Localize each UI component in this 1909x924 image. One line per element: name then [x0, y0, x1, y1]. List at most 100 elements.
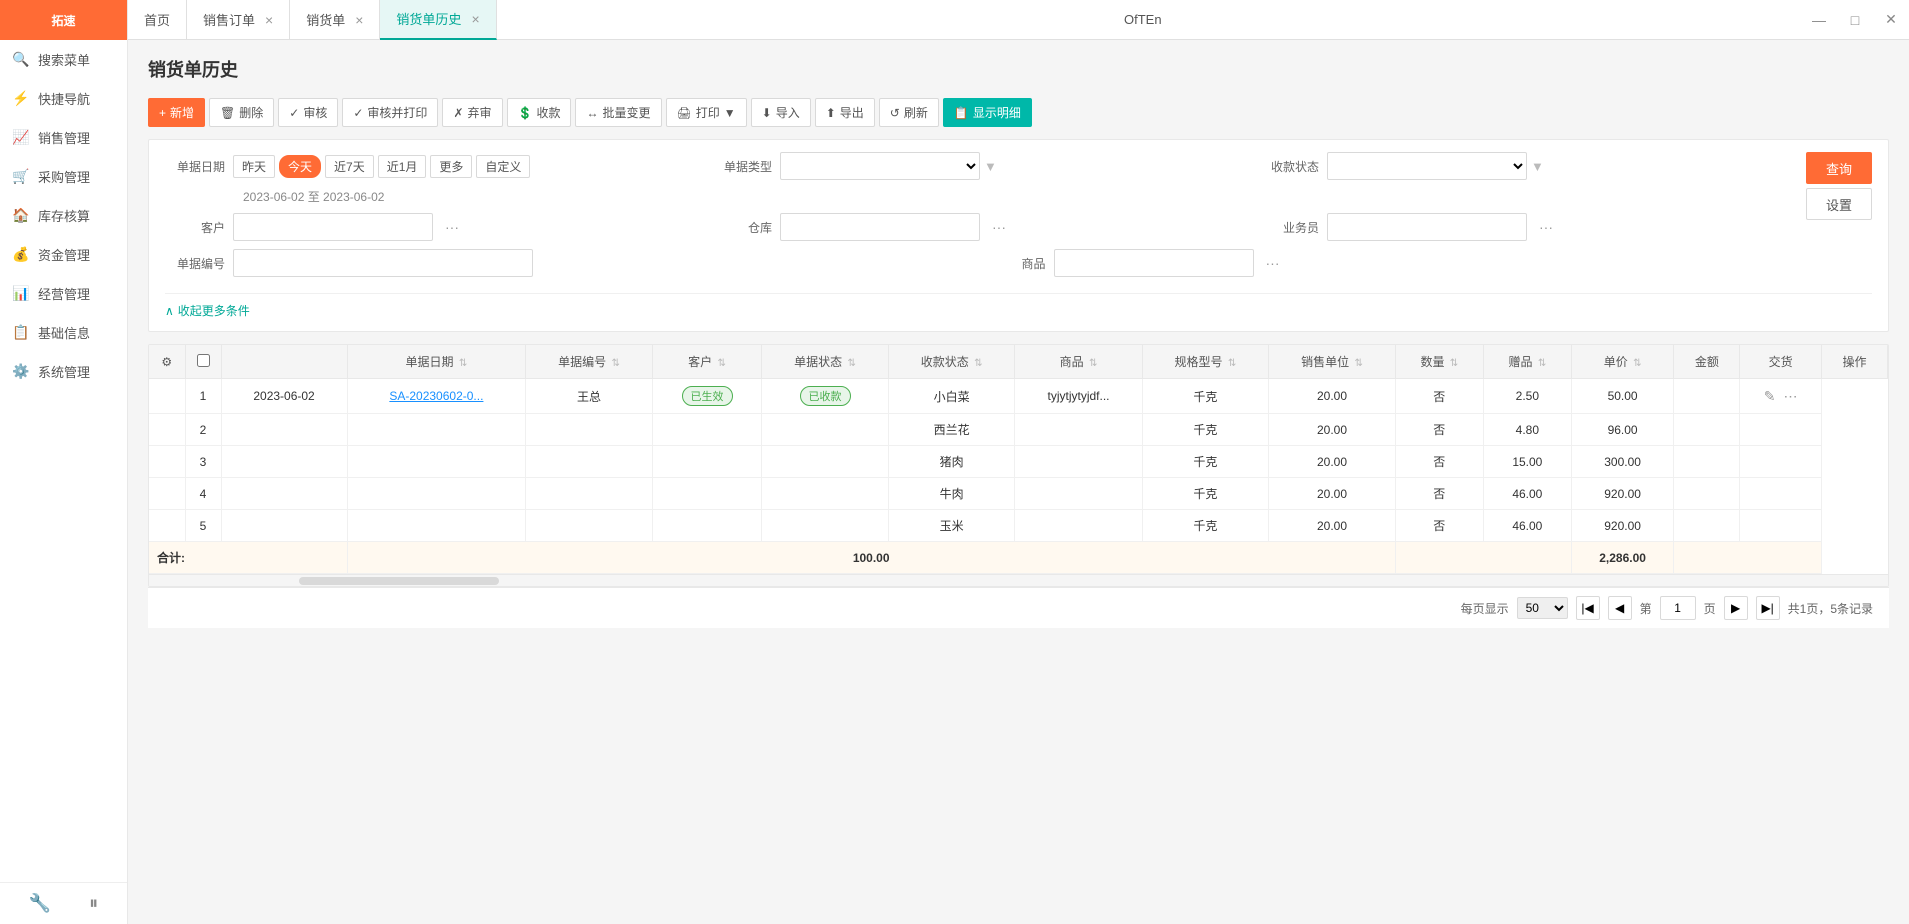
collapse-icon: ∧ [165, 304, 174, 318]
import-icon: ⬇ [762, 106, 772, 120]
th-quantity[interactable]: 数量 ⇅ [1395, 345, 1483, 379]
th-doc-no[interactable]: 单据编号 ⇅ [526, 345, 653, 379]
th-gift[interactable]: 赠品 ⇅ [1483, 345, 1571, 379]
sidebar-item-quick-nav[interactable]: ⚡ 快捷导航 [0, 79, 127, 118]
tab-sales-delivery[interactable]: 销货单 × [290, 0, 380, 40]
date-btn-1month[interactable]: 近1月 [378, 155, 427, 178]
th-spec-type[interactable]: 规格型号 ⇅ [1142, 345, 1269, 379]
date-btn-custom[interactable]: 自定义 [476, 155, 530, 178]
check-all[interactable] [197, 354, 210, 367]
cell-4 [347, 446, 526, 478]
doc-type-select[interactable] [780, 152, 980, 180]
warehouse-input[interactable] [780, 213, 980, 241]
row-settings [149, 478, 185, 510]
cell-3 [221, 446, 347, 478]
last-page-button[interactable]: ▶| [1756, 596, 1780, 620]
date-btn-7days[interactable]: 近7天 [325, 155, 374, 178]
th-doc-date[interactable]: 单据日期 ⇅ [347, 345, 526, 379]
sidebar-item-funds-mgmt[interactable]: 💰 资金管理 [0, 235, 127, 274]
th-sales-unit[interactable]: 销售单位 ⇅ [1269, 345, 1396, 379]
payment-status-badge: 已收款 [800, 386, 851, 406]
edit-icon[interactable]: ✎ [1764, 388, 1776, 405]
cell-7 [762, 478, 889, 510]
print-button[interactable]: 🖨 打印 ▼ [666, 98, 747, 127]
collect-button[interactable]: 💲 收款 [507, 98, 572, 127]
doc-no-link[interactable]: SA-20230602-0... [389, 389, 483, 403]
filter-settings-button[interactable]: 设置 [1806, 188, 1872, 220]
th-product[interactable]: 商品 ⇅ [1015, 345, 1142, 379]
cell-7 [762, 510, 889, 542]
sidebar-item-stock-calc[interactable]: 🏠 库存核算 [0, 196, 127, 235]
purchase-icon: 🛒 [12, 168, 30, 186]
th-amount[interactable]: 金额 [1674, 345, 1740, 379]
date-range-buttons: 昨天 今天 近7天 近1月 更多 自定义 [233, 155, 530, 178]
cell-15 [1674, 379, 1740, 414]
table-row: 2西兰花千克20.00否4.8096.00 [149, 414, 1888, 446]
date-btn-more[interactable]: 更多 [430, 155, 472, 178]
prev-page-button[interactable]: ◀ [1608, 596, 1632, 620]
page-label-prefix: 第 [1640, 600, 1652, 617]
batch-change-button[interactable]: ↔ 批量变更 [575, 98, 661, 127]
sidebar-item-basic-info[interactable]: 📋 基础信息 [0, 313, 127, 352]
th-unit-price[interactable]: 单价 ⇅ [1571, 345, 1673, 379]
more-icon[interactable]: ⋯ [1783, 388, 1797, 405]
next-page-button[interactable]: ▶ [1724, 596, 1748, 620]
first-page-button[interactable]: |◀ [1576, 596, 1600, 620]
sidebar-item-search-menu[interactable]: 🔍 搜索菜单 [0, 40, 127, 79]
audit-button[interactable]: ✓ 审核 [278, 98, 338, 127]
cell-2: 3 [185, 446, 221, 478]
doc-type-label: 单据类型 [712, 158, 772, 175]
audit-print-button[interactable]: ✓ 审核并打印 [342, 98, 438, 127]
tab-close-sales-delivery[interactable]: × [355, 12, 363, 28]
doc-no-input[interactable] [233, 249, 533, 277]
th-check[interactable] [185, 345, 221, 379]
sidebar-item-sys-mgmt[interactable]: ⚙️ 系统管理 [0, 352, 127, 391]
payment-status-select[interactable] [1327, 152, 1527, 180]
product-dots[interactable]: ··· [1266, 255, 1280, 271]
date-btn-yesterday[interactable]: 昨天 [233, 155, 275, 178]
warehouse-dots[interactable]: ··· [992, 219, 1006, 235]
close-button[interactable]: ✕ [1873, 0, 1909, 40]
th-doc-status[interactable]: 单据状态 ⇅ [762, 345, 889, 379]
new-button[interactable]: + 新增 [148, 98, 205, 127]
page-number-input[interactable] [1660, 596, 1696, 620]
date-btn-today[interactable]: 今天 [279, 155, 321, 178]
salesperson-dots[interactable]: ··· [1539, 219, 1553, 235]
product-input[interactable] [1054, 249, 1254, 277]
customer-input[interactable] [233, 213, 433, 241]
tab-close-sales-order[interactable]: × [265, 12, 273, 28]
maximize-button[interactable]: □ [1837, 0, 1873, 40]
cell-5 [526, 414, 653, 446]
refresh-button[interactable]: ↺ 刷新 [879, 98, 939, 127]
export-button[interactable]: ⬆ 导出 [815, 98, 875, 127]
doc-no-label: 单据编号 [165, 255, 225, 272]
minimize-button[interactable]: — [1801, 0, 1837, 40]
sidebar-item-ops-mgmt[interactable]: 📊 经营管理 [0, 274, 127, 313]
abandon-button[interactable]: ✗ 弃审 [442, 98, 502, 127]
import-button[interactable]: ⬇ 导入 [751, 98, 811, 127]
sidebar-settings-icon[interactable]: 🔧 [29, 893, 51, 914]
sidebar-item-sales-mgmt[interactable]: 📈 销售管理 [0, 118, 127, 157]
row-settings [149, 446, 185, 478]
display-detail-button[interactable]: 📋 显示明细 [943, 98, 1032, 127]
row-settings [149, 510, 185, 542]
cell-13: 46.00 [1483, 510, 1571, 542]
salesperson-input[interactable] [1327, 213, 1527, 241]
horizontal-scrollbar[interactable] [149, 574, 1888, 586]
collapse-button[interactable]: ∧ 收起更多条件 [165, 302, 1872, 319]
th-row-no [221, 345, 347, 379]
th-settings[interactable]: ⚙ [149, 345, 185, 379]
sidebar-collapse-icon[interactable]: ⏸ [89, 893, 98, 914]
per-page-select[interactable]: 50 100 200 [1517, 597, 1568, 619]
tab-close-history[interactable]: × [471, 11, 479, 27]
th-payment-status[interactable]: 收款状态 ⇅ [888, 345, 1015, 379]
tab-sales-delivery-history[interactable]: 销货单历史 × [380, 0, 496, 40]
th-customer[interactable]: 客户 ⇅ [652, 345, 761, 379]
delete-button[interactable]: 🗑 删除 [209, 98, 274, 127]
tab-home[interactable]: 首页 [128, 0, 187, 40]
customer-dots[interactable]: ··· [445, 219, 459, 235]
query-button[interactable]: 查询 [1806, 152, 1872, 184]
tab-sales-order[interactable]: 销售订单 × [187, 0, 290, 40]
refresh-icon: ↺ [890, 106, 900, 120]
sidebar-item-purchase-mgmt[interactable]: 🛒 采购管理 [0, 157, 127, 196]
